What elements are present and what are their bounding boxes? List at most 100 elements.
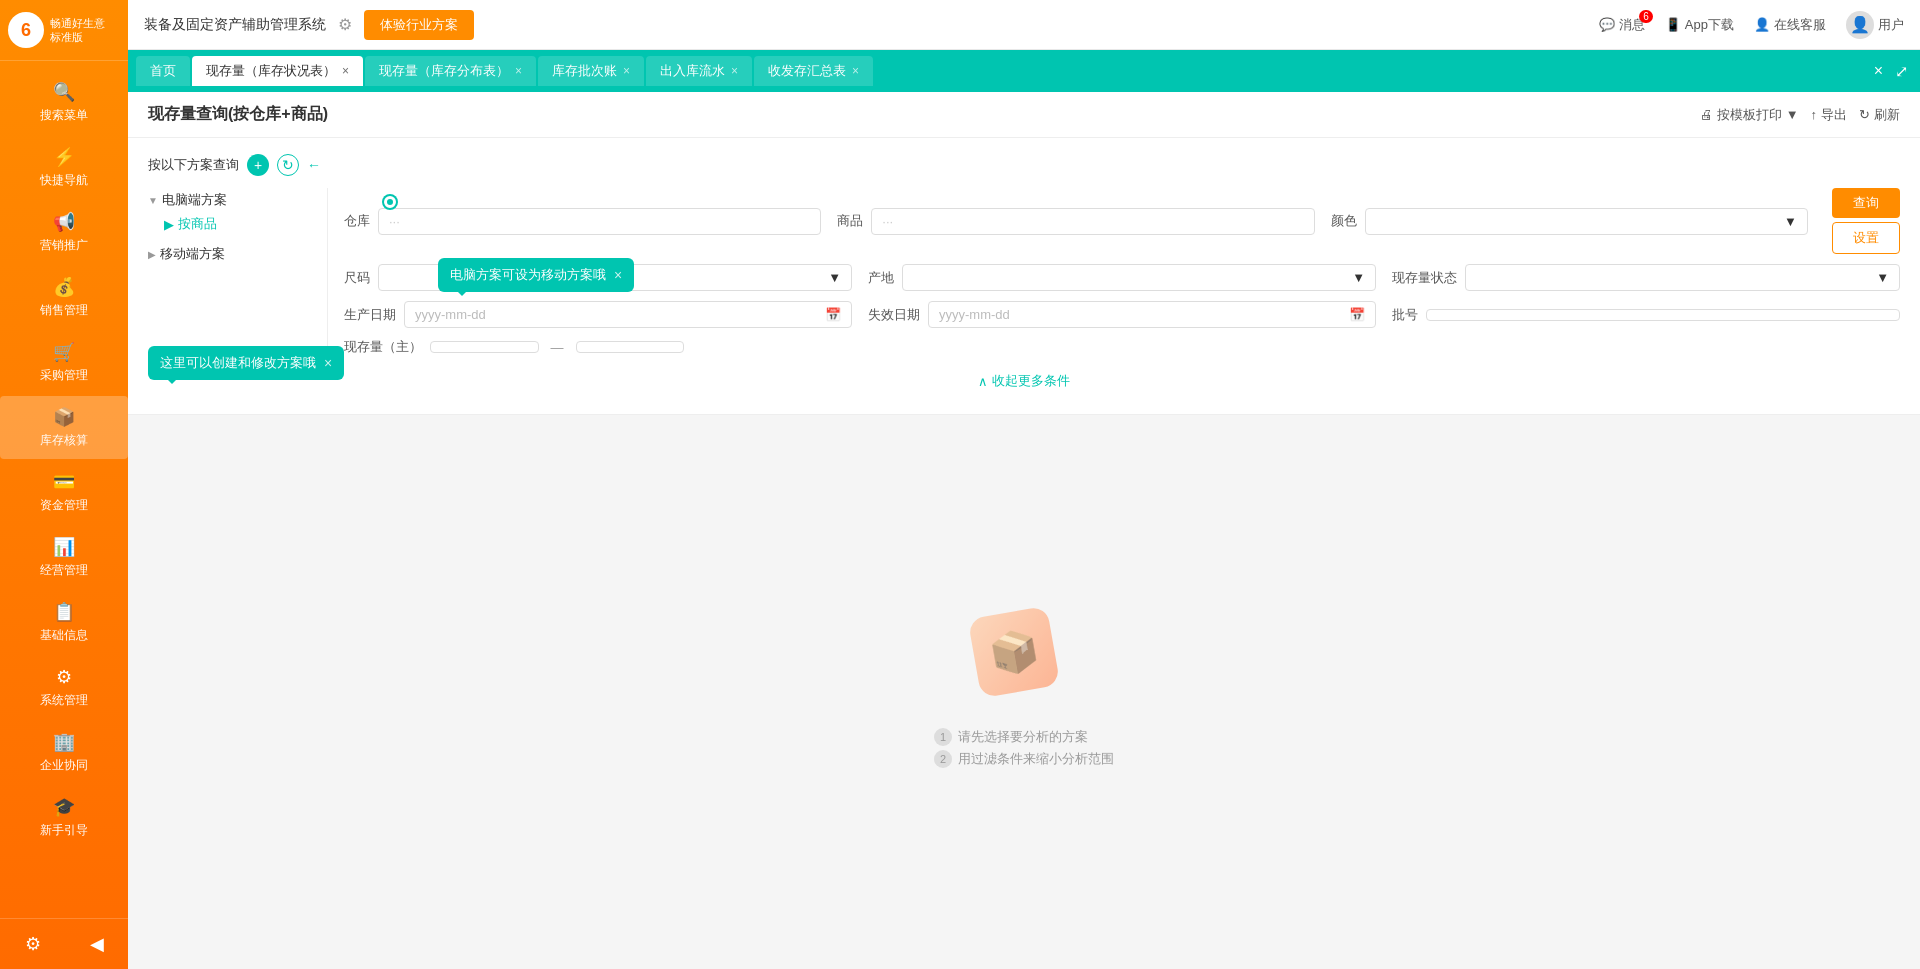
scheme-desktop[interactable]: ▼ 电脑端方案	[148, 188, 315, 212]
tab-in-out-flow-close[interactable]: ×	[731, 64, 738, 78]
filter-field-prod-date: 生产日期 yyyy-mm-dd 📅	[344, 301, 852, 328]
app-download-item[interactable]: 📱 App下载	[1665, 16, 1734, 34]
sidebar-item-label: 快捷导航	[40, 172, 88, 189]
sidebar-item-quick-nav[interactable]: ⚡ 快捷导航	[0, 136, 128, 199]
refresh-label: 刷新	[1874, 106, 1900, 124]
tip-text-2: 用过滤条件来缩小分析范围	[958, 750, 1114, 768]
sidebar-item-marketing[interactable]: 📢 营销推广	[0, 201, 128, 264]
create-scheme-close[interactable]: ×	[324, 355, 332, 371]
user-avatar: 👤	[1846, 11, 1874, 39]
sidebar-item-label: 经营管理	[40, 562, 88, 579]
print-label: 按模板打印	[1717, 106, 1782, 124]
reset-button[interactable]: 设置	[1832, 222, 1900, 254]
search-button[interactable]: 查询	[1832, 188, 1900, 218]
settings-icon[interactable]: ⚙	[338, 15, 352, 34]
color-select[interactable]: ▼	[1365, 208, 1808, 235]
maximize-btn[interactable]: ⤢	[1891, 58, 1912, 85]
tab-inventory-status[interactable]: 现存量（库存状况表） ×	[192, 56, 363, 86]
refresh-action[interactable]: ↻ 刷新	[1859, 106, 1900, 124]
filter-arrow-btn[interactable]: ←	[307, 157, 321, 173]
close-all-tabs-btn[interactable]: ×	[1870, 58, 1887, 85]
trial-button[interactable]: 体验行业方案	[364, 10, 474, 40]
sidebar-item-basic[interactable]: 📋 基础信息	[0, 591, 128, 654]
message-item[interactable]: 💬 消息 6	[1599, 16, 1645, 34]
scheme-selected-indicator: ▶	[164, 217, 174, 232]
tabs-actions: × ⤢	[1870, 58, 1912, 85]
sidebar-nav: 🔍 搜索菜单 ⚡ 快捷导航 📢 营销推广 💰 销售管理 🛒 采购管理 📦 库存核…	[0, 61, 128, 918]
tab-inventory-dist-label: 现存量（库存分布表）	[379, 62, 509, 80]
tab-in-out-flow-label: 出入库流水	[660, 62, 725, 80]
sidebar-item-guide[interactable]: 🎓 新手引导	[0, 786, 128, 849]
sidebar-item-label: 销售管理	[40, 302, 88, 319]
warehouse-label: 仓库	[344, 212, 370, 230]
settings-bottom-btn[interactable]: ⚙	[21, 929, 45, 959]
collapse-sidebar-btn[interactable]: ◀	[86, 929, 108, 959]
basic-icon: 📋	[53, 601, 75, 623]
tab-collect-summary-close[interactable]: ×	[852, 64, 859, 78]
filter-header: 按以下方案查询 + ↻ ← 电脑方案可设为移动方案哦 ×	[148, 154, 1900, 176]
sidebar-item-label: 库存核算	[40, 432, 88, 449]
sidebar-item-purchase[interactable]: 🛒 采购管理	[0, 331, 128, 394]
tab-inventory-status-close[interactable]: ×	[342, 64, 349, 78]
filter-row-1: 仓库 ··· 商品 ··· 颜色	[344, 188, 1900, 254]
filter-field-warehouse: 仓库 ···	[344, 208, 821, 235]
goods-input[interactable]: ···	[871, 208, 1314, 235]
system-icon: ⚙	[56, 666, 72, 688]
scheme-dot-indicator	[384, 196, 396, 208]
create-scheme-tooltip: 这里可以创建和修改方案哦 ×	[148, 346, 344, 380]
exp-date-input[interactable]: yyyy-mm-dd 📅	[928, 301, 1376, 328]
prod-date-input[interactable]: yyyy-mm-dd 📅	[404, 301, 852, 328]
collapse-more-btn[interactable]: ∧ 收起更多条件	[148, 364, 1900, 398]
tab-home[interactable]: 首页	[136, 56, 190, 86]
topbar: 装备及固定资产辅助管理系统 ⚙ 体验行业方案 💬 消息 6 📱 App下载 👤 …	[128, 0, 1920, 50]
batch-input[interactable]	[1426, 309, 1900, 321]
tab-batch-ledger-close[interactable]: ×	[623, 64, 630, 78]
print-action[interactable]: 🖨 按模板打印 ▼	[1700, 106, 1799, 124]
filter-field-batch: 批号	[1392, 306, 1900, 324]
sidebar-logo: 6 畅通好生意 标准版	[0, 0, 128, 61]
scheme-desktop-child-1[interactable]: ▶ 按商品	[164, 212, 315, 236]
filter-refresh-btn[interactable]: ↻	[277, 154, 299, 176]
stock-qty-max[interactable]	[576, 341, 685, 353]
sidebar-item-search[interactable]: 🔍 搜索菜单	[0, 71, 128, 134]
stock-status-select[interactable]: ▼	[1465, 264, 1900, 291]
sidebar-item-operations[interactable]: 📊 经营管理	[0, 526, 128, 589]
filter-label: 按以下方案查询	[148, 156, 239, 174]
sidebar-item-enterprise[interactable]: 🏢 企业协同	[0, 721, 128, 784]
warehouse-input[interactable]: ···	[378, 208, 821, 235]
inventory-icon: 📦	[53, 406, 75, 428]
tab-inventory-dist[interactable]: 现存量（库存分布表） ×	[365, 56, 536, 86]
tab-batch-ledger[interactable]: 库存批次账 ×	[538, 56, 644, 86]
refresh-icon: ↻	[1859, 107, 1870, 122]
filter-add-btn[interactable]: +	[247, 154, 269, 176]
logo-text: 畅通好生意 标准版	[50, 16, 105, 45]
sidebar-item-finance[interactable]: 💳 资金管理	[0, 461, 128, 524]
online-service-item[interactable]: 👤 在线客服	[1754, 16, 1826, 34]
tip-num-2: 2	[934, 750, 952, 768]
tab-inventory-dist-close[interactable]: ×	[515, 64, 522, 78]
empty-illustration: 📦	[974, 612, 1074, 712]
origin-select-arrow: ▼	[1352, 270, 1365, 285]
origin-select[interactable]: ▼	[902, 264, 1376, 291]
stock-status-label: 现存量状态	[1392, 269, 1457, 287]
tab-in-out-flow[interactable]: 出入库流水 ×	[646, 56, 752, 86]
export-action[interactable]: ↑ 导出	[1811, 106, 1848, 124]
sidebar-item-system[interactable]: ⚙ 系统管理	[0, 656, 128, 719]
sidebar-item-inventory[interactable]: 📦 库存核算	[0, 396, 128, 459]
scheme-mobile[interactable]: ▶ 移动端方案	[148, 242, 315, 266]
prod-date-calendar-icon: 📅	[825, 307, 841, 322]
filter-field-stock-status: 现存量状态 ▼	[1392, 264, 1900, 291]
filter-field-goods: 商品 ···	[837, 208, 1314, 235]
stock-qty-min[interactable]	[430, 341, 539, 353]
sidebar-item-sales[interactable]: 💰 销售管理	[0, 266, 128, 329]
user-item[interactable]: 👤 用户	[1846, 11, 1904, 39]
scheme-tooltip-close[interactable]: ×	[614, 267, 622, 283]
main-content: 装备及固定资产辅助管理系统 ⚙ 体验行业方案 💬 消息 6 📱 App下载 👤 …	[128, 0, 1920, 969]
tabs-bar: 首页 现存量（库存状况表） × 现存量（库存分布表） × 库存批次账 × 出入库…	[128, 50, 1920, 92]
operations-icon: 📊	[53, 536, 75, 558]
system-name: 装备及固定资产辅助管理系统	[144, 16, 326, 34]
search-btns: 查询 设置	[1832, 188, 1900, 254]
size-select-arrow: ▼	[828, 270, 841, 285]
origin-label: 产地	[868, 269, 894, 287]
tab-collect-summary[interactable]: 收发存汇总表 ×	[754, 56, 873, 86]
